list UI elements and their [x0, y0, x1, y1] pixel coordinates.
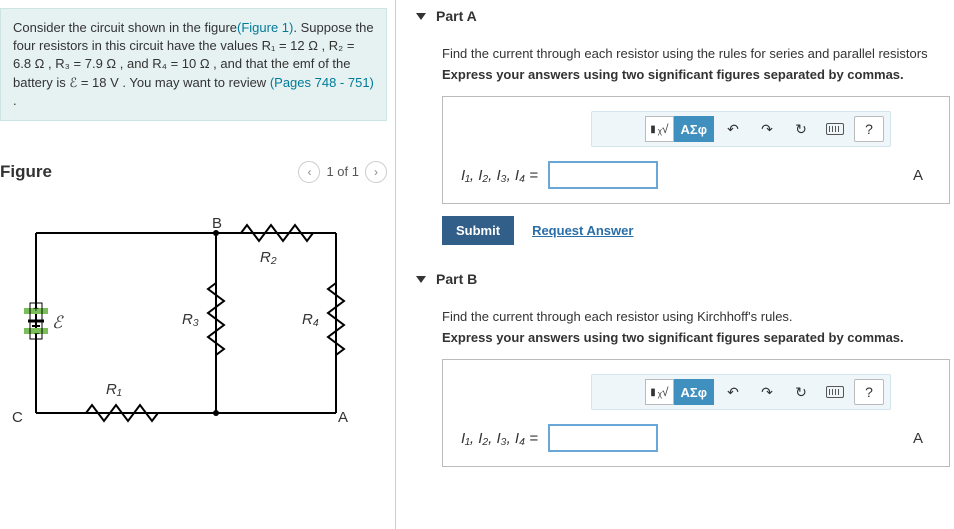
part-a-lhs: I₁, I₂, I₃, I₄ = — [461, 167, 538, 184]
prompt-text-1: Consider the circuit shown in the figure — [13, 20, 237, 35]
pager-count: 1 of 1 — [326, 164, 359, 179]
part-a-request-answer-link[interactable]: Request Answer — [532, 223, 633, 238]
part-b-answer-input[interactable] — [548, 424, 658, 452]
part-a-submit-button[interactable]: Submit — [442, 216, 514, 245]
undo-button[interactable]: ↶ — [718, 116, 748, 142]
part-b-toolbar: ▮ᵪ√ ΑΣφ ↶ ↷ ↻ ? — [591, 374, 891, 410]
pager-next-button[interactable]: › — [365, 161, 387, 183]
keyboard-button[interactable] — [820, 116, 850, 142]
svg-text:−: − — [34, 329, 40, 340]
prompt-dot: . — [13, 93, 17, 108]
part-a-answer-box: ▮ᵪ√ ΑΣφ ↶ ↷ ↻ ? I₁, I₂, I₃, I₄ = A — [442, 96, 950, 204]
problem-prompt: Consider the circuit shown in the figure… — [0, 8, 387, 121]
part-b: Part B Find the current through each res… — [416, 263, 954, 467]
part-b-header[interactable]: Part B — [416, 263, 954, 295]
redo-button[interactable]: ↷ — [752, 116, 782, 142]
node-c-label: C — [12, 409, 23, 426]
part-a: Part A Find the current through each res… — [416, 0, 954, 245]
collapse-icon — [416, 276, 426, 283]
part-b-title: Part B — [436, 271, 477, 287]
help-button[interactable]: ? — [854, 116, 884, 142]
part-a-title: Part A — [436, 8, 477, 24]
r3-label: R₃ — [182, 311, 199, 328]
part-a-answer-input[interactable] — [548, 161, 658, 189]
reset-button[interactable]: ↻ — [786, 379, 816, 405]
part-a-format: Express your answers using two significa… — [442, 67, 954, 82]
r2-label: R₂ — [260, 249, 277, 266]
greek-button[interactable]: ΑΣφ — [674, 116, 715, 142]
r4-label: R₄ — [302, 311, 319, 328]
part-a-header[interactable]: Part A — [416, 0, 954, 32]
part-b-instruction: Find the current through each resistor u… — [442, 309, 954, 324]
figure-link[interactable]: (Figure 1) — [237, 20, 293, 35]
part-a-instruction: Find the current through each resistor u… — [442, 46, 954, 61]
help-button[interactable]: ? — [854, 379, 884, 405]
circuit-figure: + − B A C R₁ R₂ R₃ R₄ ℰ — [6, 213, 366, 443]
r1-label: R₁ — [106, 381, 122, 398]
part-a-toolbar: ▮ᵪ√ ΑΣφ ↶ ↷ ↻ ? — [591, 111, 891, 147]
reset-button[interactable]: ↻ — [786, 116, 816, 142]
part-b-unit: A — [913, 430, 931, 447]
greek-button[interactable]: ΑΣφ — [674, 379, 715, 405]
figure-pager: ‹ 1 of 1 › — [298, 161, 387, 183]
collapse-icon — [416, 13, 426, 20]
pages-link[interactable]: (Pages 748 - 751) — [270, 75, 374, 90]
template-button[interactable]: ▮ᵪ√ — [645, 116, 673, 142]
template-button[interactable]: ▮ᵪ√ — [645, 379, 673, 405]
part-b-lhs: I₁, I₂, I₃, I₄ = — [461, 430, 538, 447]
figure-title: Figure — [0, 162, 52, 182]
pager-prev-button[interactable]: ‹ — [298, 161, 320, 183]
undo-button[interactable]: ↶ — [718, 379, 748, 405]
node-b-label: B — [212, 215, 222, 232]
keyboard-icon — [826, 123, 844, 135]
part-b-answer-box: ▮ᵪ√ ΑΣφ ↶ ↷ ↻ ? I₁, I₂, I₃, I₄ = A — [442, 359, 950, 467]
svg-text:+: + — [33, 304, 39, 315]
keyboard-icon — [826, 386, 844, 398]
keyboard-button[interactable] — [820, 379, 850, 405]
redo-button[interactable]: ↷ — [752, 379, 782, 405]
part-b-format: Express your answers using two significa… — [442, 330, 954, 345]
node-a-label: A — [338, 409, 348, 426]
part-a-unit: A — [913, 167, 931, 184]
emf-label: ℰ — [52, 313, 62, 333]
